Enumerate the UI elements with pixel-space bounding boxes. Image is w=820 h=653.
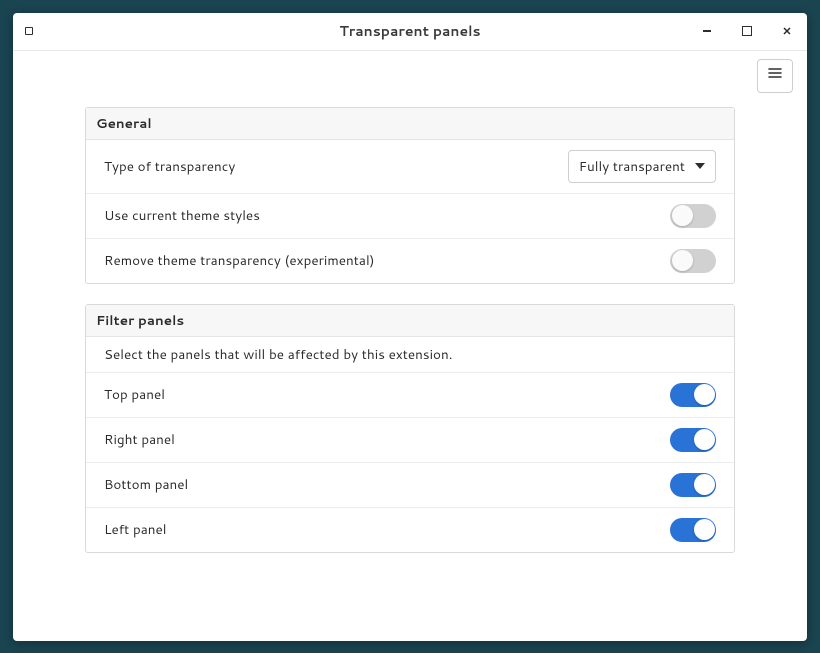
titlebar-controls [693,13,801,50]
app-icon [23,25,35,37]
bottom-panel-toggle[interactable] [670,473,716,497]
close-button[interactable] [773,17,801,45]
maximize-button[interactable] [733,17,761,45]
titlebar: Transparent panels [13,13,807,51]
section-general-header: General [86,108,734,140]
menu-button[interactable] [757,59,793,93]
row-remove-theme-transparency: Remove theme transparency (experimental) [86,239,734,283]
toggle-knob [672,250,693,271]
row-right-panel: Right panel [86,418,734,463]
right-panel-label: Right panel [104,430,175,449]
row-left-panel: Left panel [86,508,734,552]
top-panel-label: Top panel [104,385,165,404]
window-title: Transparent panels [339,21,480,41]
toolbar [13,51,807,99]
right-panel-toggle[interactable] [670,428,716,452]
transparency-type-combo[interactable]: Fully transparent [568,150,716,183]
filter-description: Select the panels that will be affected … [86,337,734,373]
left-panel-label: Left panel [104,520,166,539]
transparency-type-label: Type of transparency [104,157,235,176]
bottom-panel-label: Bottom panel [104,475,188,494]
row-use-theme-styles: Use current theme styles [86,194,734,239]
section-filter: Filter panels Select the panels that wil… [85,304,735,553]
remove-theme-transparency-toggle[interactable] [670,249,716,273]
use-theme-styles-label: Use current theme styles [104,206,260,225]
content: General Type of transparency Fully trans… [13,99,807,641]
toggle-knob [672,205,693,226]
section-general: General Type of transparency Fully trans… [85,107,735,284]
left-panel-toggle[interactable] [670,518,716,542]
titlebar-left [23,13,35,50]
use-theme-styles-toggle[interactable] [670,204,716,228]
toggle-knob [694,474,715,495]
transparency-type-value: Fully transparent [579,157,685,176]
remove-theme-transparency-label: Remove theme transparency (experimental) [104,251,375,270]
minimize-button[interactable] [693,17,721,45]
toggle-knob [694,519,715,540]
toggle-knob [694,384,715,405]
hamburger-icon [767,64,783,87]
window: Transparent panels General Type of trans… [13,13,807,641]
section-filter-header: Filter panels [86,305,734,337]
top-panel-toggle[interactable] [670,383,716,407]
row-transparency-type: Type of transparency Fully transparent [86,140,734,194]
toggle-knob [694,429,715,450]
row-bottom-panel: Bottom panel [86,463,734,508]
row-top-panel: Top panel [86,373,734,418]
chevron-down-icon [695,163,705,169]
